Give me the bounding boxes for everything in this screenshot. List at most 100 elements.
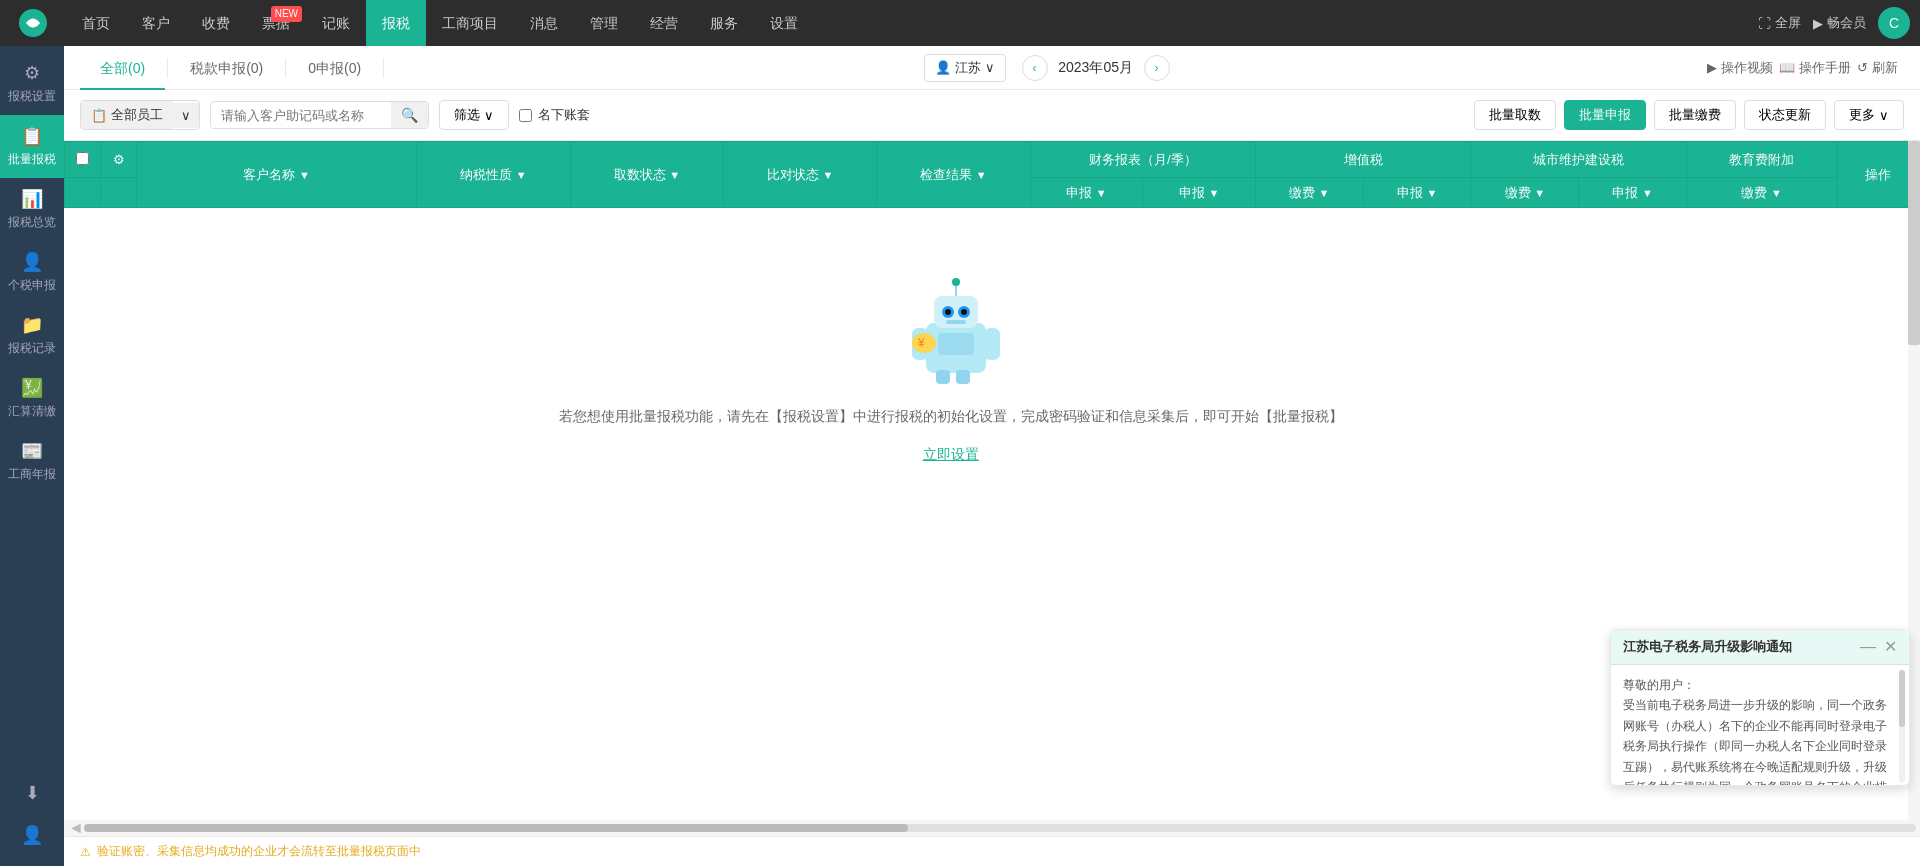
th-vat-declare: 申报 ▼ xyxy=(1143,178,1256,208)
region-icon: 👤 xyxy=(935,60,951,75)
prev-month-button[interactable]: ‹ xyxy=(1022,55,1048,81)
tab-all[interactable]: 全部(0) xyxy=(80,46,165,90)
select-all-checkbox[interactable] xyxy=(76,152,89,165)
filter-button[interactable]: 筛选 ∨ xyxy=(439,100,509,130)
employee-select-label: 📋 全部员工 xyxy=(81,101,173,129)
nav-right-actions: ⛶ 全屏 ▶ 畅会员 C xyxy=(1758,7,1910,39)
svg-rect-13 xyxy=(936,370,950,384)
setup-link[interactable]: 立即设置 xyxy=(923,446,979,464)
horizontal-scroll-area[interactable]: ◄ xyxy=(64,820,1920,836)
app-logo[interactable] xyxy=(10,0,56,46)
tax-settings-icon: ⚙ xyxy=(21,62,43,84)
svg-rect-10 xyxy=(938,333,974,355)
member-icon: ▶ xyxy=(1813,16,1823,31)
th-vat-pay: 缴费 ▼ xyxy=(1255,178,1363,208)
sidebar-item-personal-tax[interactable]: 👤 个税申报 xyxy=(0,241,64,304)
th-urban-declare: 申报 ▼ xyxy=(1363,178,1471,208)
sidebar-item-tax-overview[interactable]: 📊 报税总览 xyxy=(0,178,64,241)
th-vat: 增值税 xyxy=(1255,142,1471,178)
empty-text: 若您想使用批量报税功能，请先在【报税设置】中进行报税的初始化设置，完成密码验证和… xyxy=(559,408,1343,426)
member-btn[interactable]: ▶ 畅会员 xyxy=(1813,14,1866,32)
notif-scroll-track xyxy=(1899,670,1905,783)
sub-account-checkbox[interactable] xyxy=(519,109,532,122)
month-navigation: ‹ 2023年05月 › xyxy=(1022,55,1170,81)
nav-message[interactable]: 消息 xyxy=(514,0,574,46)
refresh-icon: ↺ xyxy=(1857,60,1868,75)
notification-minimize-btn[interactable]: — xyxy=(1860,639,1876,655)
region-selector: 👤 江苏 ∨ xyxy=(924,54,1006,82)
th-settings[interactable]: ⚙ xyxy=(101,142,137,178)
employee-select[interactable]: 📋 全部员工 ∨ xyxy=(80,100,200,130)
toolbar-right: 批量取数 批量申报 批量缴费 状态更新 更多 ∨ xyxy=(1474,100,1904,130)
svg-point-5 xyxy=(945,309,951,315)
scroll-left-btn[interactable]: ◄ xyxy=(68,819,84,837)
scroll-track[interactable] xyxy=(84,824,1916,832)
top-right-actions: ▶ 操作视频 📖 操作手册 ↺ 刷新 xyxy=(1707,59,1898,77)
notification-scrollbar[interactable] xyxy=(1899,670,1907,783)
annual-report-icon: 📰 xyxy=(21,440,43,462)
more-button[interactable]: 更多 ∨ xyxy=(1834,100,1904,130)
nav-business[interactable]: 工商项目 xyxy=(426,0,514,46)
current-month: 2023年05月 xyxy=(1056,59,1136,77)
nav-service[interactable]: 服务 xyxy=(694,0,754,46)
nav-settings[interactable]: 设置 xyxy=(754,0,814,46)
th-checkbox[interactable] xyxy=(65,142,101,178)
th-fetch-status: 取数状态 ▼ xyxy=(570,142,723,208)
download-icon: ⬇ xyxy=(21,782,43,804)
sidebar-item-annual-report[interactable]: 📰 工商年报 xyxy=(0,430,64,493)
search-input[interactable] xyxy=(211,103,391,128)
employee-icon: 📋 xyxy=(91,108,107,123)
annual-settle-icon: 💹 xyxy=(21,377,43,399)
nav-fee[interactable]: 收费 xyxy=(186,0,246,46)
svg-rect-14 xyxy=(956,370,970,384)
batch-pay-button[interactable]: 批量缴费 xyxy=(1654,100,1736,130)
notification-header: 江苏电子税务局升级影响通知 — ✕ xyxy=(1611,630,1909,665)
manual-icon: 📖 xyxy=(1779,60,1795,75)
operation-video-link[interactable]: ▶ 操作视频 xyxy=(1707,59,1773,77)
svg-point-6 xyxy=(961,309,967,315)
sidebar-item-tax-record[interactable]: 📁 报税记录 xyxy=(0,304,64,367)
nav-customer[interactable]: 客户 xyxy=(126,0,186,46)
sidebar-item-batch-tax[interactable]: 📋 批量报税 xyxy=(0,115,64,178)
th-settings-sub xyxy=(101,178,137,208)
toolbar: 📋 全部员工 ∨ 🔍 筛选 ∨ 名下账套 批量取数 批量申报 批量缴费 状态更新… xyxy=(64,90,1920,141)
tax-overview-icon: 📊 xyxy=(21,188,43,210)
refresh-link[interactable]: ↺ 刷新 xyxy=(1857,59,1898,77)
top-navigation: 首页 客户 收费 票据 NEW 记账 报税 工商项目 消息 管理 经营 服务 设… xyxy=(0,0,1920,46)
tab-bar: 全部(0) 税款申报(0) 0申报(0) 👤 江苏 ∨ ‹ 2023年05月 ›… xyxy=(64,46,1920,90)
sidebar-item-user[interactable]: 👤 xyxy=(0,814,64,856)
th-urban-pay: 缴费 ▼ xyxy=(1471,178,1579,208)
notification-close-btn[interactable]: ✕ xyxy=(1884,639,1897,655)
filter-chevron-icon: ∨ xyxy=(484,108,494,123)
notification-popup: 江苏电子税务局升级影响通知 — ✕ 尊敬的用户： 受当前电子税务局进一步升级的影… xyxy=(1610,629,1910,786)
employee-select-arrow[interactable]: ∨ xyxy=(173,103,199,128)
search-button[interactable]: 🔍 xyxy=(391,102,428,128)
sidebar-item-annual-settle[interactable]: 💹 汇算清缴 xyxy=(0,367,64,430)
nav-invoice[interactable]: 票据 NEW xyxy=(246,0,306,46)
batch-declare-button[interactable]: 批量申报 xyxy=(1564,100,1646,130)
batch-tax-icon: 📋 xyxy=(21,125,43,147)
batch-fetch-button[interactable]: 批量取数 xyxy=(1474,100,1556,130)
avatar[interactable]: C xyxy=(1878,7,1910,39)
next-month-button[interactable]: › xyxy=(1144,55,1170,81)
th-check-result: 检查结果 ▼ xyxy=(877,142,1030,208)
nav-tax[interactable]: 报税 xyxy=(366,0,426,46)
nav-bookkeeping[interactable]: 记账 xyxy=(306,0,366,46)
search-box: 🔍 xyxy=(210,101,429,129)
nav-home[interactable]: 首页 xyxy=(66,0,126,46)
region-button[interactable]: 👤 江苏 ∨ xyxy=(924,54,1006,82)
data-table: ⚙ 客户名称 ▼ 纳税性质 ▼ 取数状态 ▼ 比对状态 ▼ 检查结果 ▼ 财务报… xyxy=(64,141,1920,524)
nav-manage[interactable]: 管理 xyxy=(574,0,634,46)
warning-icon: ⚠ xyxy=(80,845,91,859)
sidebar-item-download[interactable]: ⬇ xyxy=(0,772,64,814)
nav-operation[interactable]: 经营 xyxy=(634,0,694,46)
tab-zero-declare[interactable]: 0申报(0) xyxy=(288,46,381,90)
th-checkbox-sub xyxy=(65,178,101,208)
tax-record-icon: 📁 xyxy=(21,314,43,336)
sidebar-item-tax-settings[interactable]: ⚙ 报税设置 xyxy=(0,52,64,115)
status-update-button[interactable]: 状态更新 xyxy=(1744,100,1826,130)
operation-manual-link[interactable]: 📖 操作手册 xyxy=(1779,59,1851,77)
tab-tax-declare[interactable]: 税款申报(0) xyxy=(170,46,283,90)
fullscreen-btn[interactable]: ⛶ 全屏 xyxy=(1758,14,1801,32)
sub-account-checkbox-label[interactable]: 名下账套 xyxy=(519,106,590,124)
